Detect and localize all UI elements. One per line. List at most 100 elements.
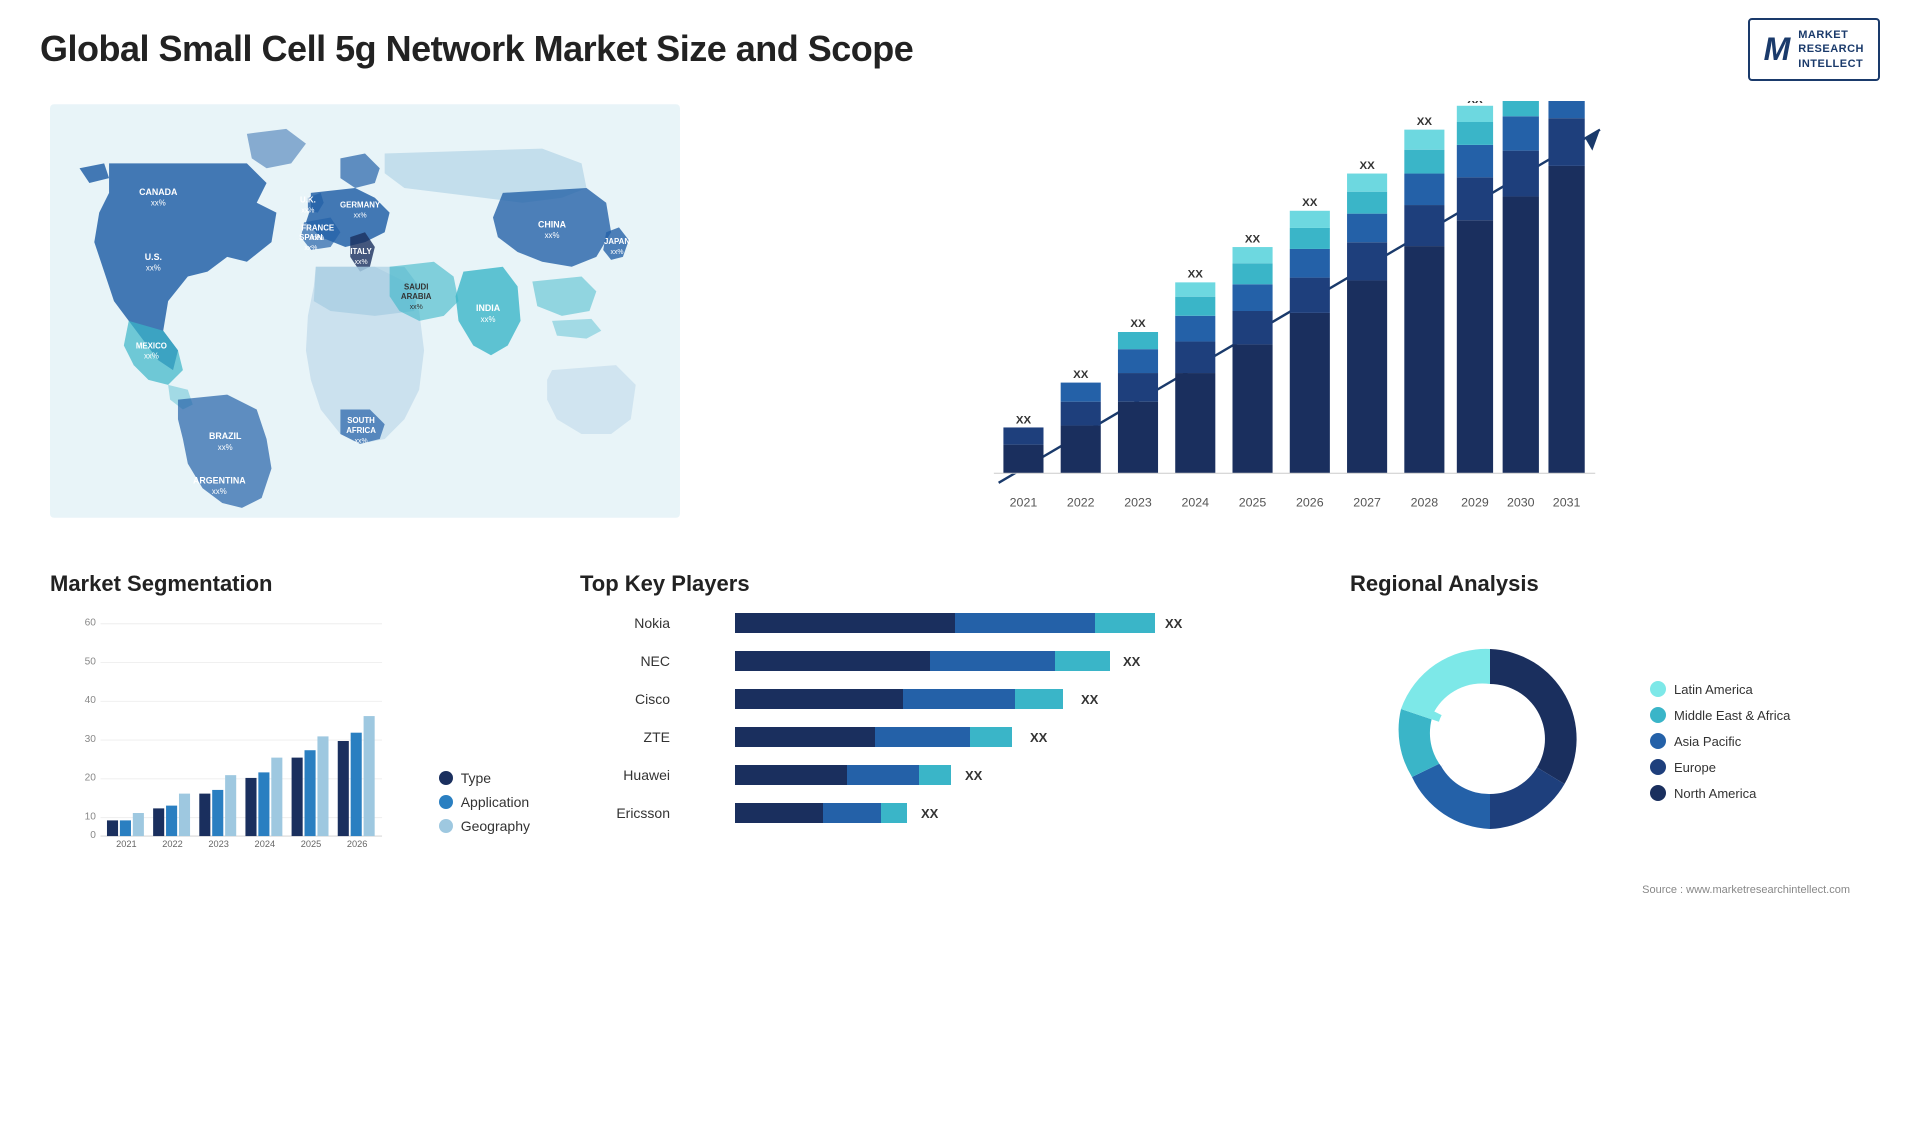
table-row: Nokia XX [580,609,1290,637]
regional-legend: Latin America Middle East & Africa Asia … [1650,681,1790,801]
svg-text:xx%: xx% [304,245,317,252]
donut-container: Latin America Middle East & Africa Asia … [1350,609,1860,874]
list-item: Latin America [1650,681,1790,697]
svg-text:2024: 2024 [1181,496,1209,510]
svg-text:2027: 2027 [1353,496,1381,510]
table-row: Huawei XX [580,761,1290,789]
seg-bars: 60 50 40 30 20 10 0 [50,609,419,854]
svg-text:U.K.: U.K. [300,196,316,205]
europe-label: Europe [1674,760,1716,775]
svg-text:BRAZIL: BRAZIL [209,431,242,441]
svg-text:MEXICO: MEXICO [136,341,167,350]
list-item: Middle East & Africa [1650,707,1790,723]
svg-text:2031: 2031 [1553,496,1581,510]
latin-america-dot [1650,681,1666,697]
svg-text:xx%: xx% [146,264,161,273]
svg-text:SPAIN: SPAIN [299,233,323,242]
svg-text:10: 10 [85,811,97,822]
svg-text:CANADA: CANADA [139,187,178,197]
svg-text:2022: 2022 [162,839,183,849]
svg-text:XX: XX [921,806,939,821]
svg-text:xx%: xx% [151,199,166,208]
asia-pacific-label: Asia Pacific [1674,734,1741,749]
seg-chart-container: 60 50 40 30 20 10 0 [50,609,530,854]
header: Global Small Cell 5g Network Market Size… [0,0,1920,91]
svg-text:2022: 2022 [1067,496,1095,510]
players-title: Top Key Players [580,571,1290,597]
regional-section: Regional Analysis [1330,561,1880,1147]
svg-text:XX: XX [1302,197,1318,209]
seg-legend: Type Application Geography [439,770,530,854]
svg-text:xx%: xx% [611,249,624,256]
svg-text:2025: 2025 [301,839,322,849]
svg-text:xx%: xx% [301,207,314,214]
players-list: Nokia XX NEC [580,609,1290,827]
list-item: Europe [1650,759,1790,775]
application-dot [439,795,453,809]
svg-text:CHINA: CHINA [538,219,567,229]
world-map: CANADA xx% U.S. xx% MEXICO xx% BRAZIL xx… [50,101,680,521]
svg-text:XX: XX [1165,616,1183,631]
svg-text:XX: XX [1359,160,1375,172]
svg-text:xx%: xx% [212,487,227,496]
svg-text:ARGENTINA: ARGENTINA [193,475,246,485]
svg-text:50: 50 [85,656,97,667]
regional-title: Regional Analysis [1350,571,1860,597]
legend-application: Application [439,794,530,810]
table-row: NEC XX [580,647,1290,675]
player-huawei: Huawei [580,767,670,783]
svg-text:xx%: xx% [410,304,423,311]
cisco-bar: XX [680,685,1290,713]
svg-text:U.S.: U.S. [145,252,162,262]
legend-type: Type [439,770,530,786]
player-zte: ZTE [580,729,670,745]
svg-text:0: 0 [90,830,96,841]
player-cisco: Cisco [580,691,670,707]
table-row: ZTE XX [580,723,1290,751]
svg-text:JAPAN: JAPAN [604,237,630,246]
svg-text:60: 60 [85,618,97,629]
svg-text:xx%: xx% [481,315,496,324]
svg-text:xx%: xx% [144,351,159,360]
player-nokia: Nokia [580,615,670,631]
legend-geography-label: Geography [461,818,530,834]
svg-text:XX: XX [1245,233,1261,245]
svg-text:XX: XX [1467,101,1483,106]
table-row: Ericsson XX [580,799,1290,827]
legend-geography: Geography [439,818,530,834]
list-item: North America [1650,785,1790,801]
svg-text:2021: 2021 [1010,496,1038,510]
north-america-dot [1650,785,1666,801]
svg-text:2026: 2026 [1296,496,1324,510]
svg-text:XX: XX [1188,268,1204,280]
table-row: Cisco XX [580,685,1290,713]
player-ericsson: Ericsson [580,805,670,821]
svg-text:2024: 2024 [255,839,276,849]
svg-text:2023: 2023 [208,839,229,849]
mea-label: Middle East & Africa [1674,708,1790,723]
player-nec: NEC [580,653,670,669]
donut-chart [1350,609,1630,874]
type-dot [439,771,453,785]
svg-text:GERMANY: GERMANY [340,201,381,210]
svg-text:2029: 2029 [1461,496,1489,510]
svg-text:30: 30 [85,734,97,745]
legend-application-label: Application [461,794,530,810]
main-grid: CANADA xx% U.S. xx% MEXICO xx% BRAZIL xx… [0,91,1920,1147]
geography-dot [439,819,453,833]
huawei-bar: XX [680,761,1290,789]
svg-text:XX: XX [965,768,983,783]
nokia-bar: XX [680,609,1290,637]
bottom-sections: Market Segmentation 60 50 40 30 20 10 0 [40,551,1880,1147]
svg-text:ARABIA: ARABIA [401,292,432,301]
logo: M MARKET RESEARCH INTELLECT [1748,18,1880,81]
legend-type-label: Type [461,770,491,786]
nec-bar: XX [680,647,1290,675]
asia-pacific-dot [1650,733,1666,749]
svg-text:2021: 2021 [116,839,137,849]
svg-text:AFRICA: AFRICA [346,426,376,435]
svg-text:2025: 2025 [1239,496,1267,510]
svg-text:xx%: xx% [355,438,368,445]
logo-letter: M [1764,31,1791,68]
svg-text:xx%: xx% [545,231,560,240]
